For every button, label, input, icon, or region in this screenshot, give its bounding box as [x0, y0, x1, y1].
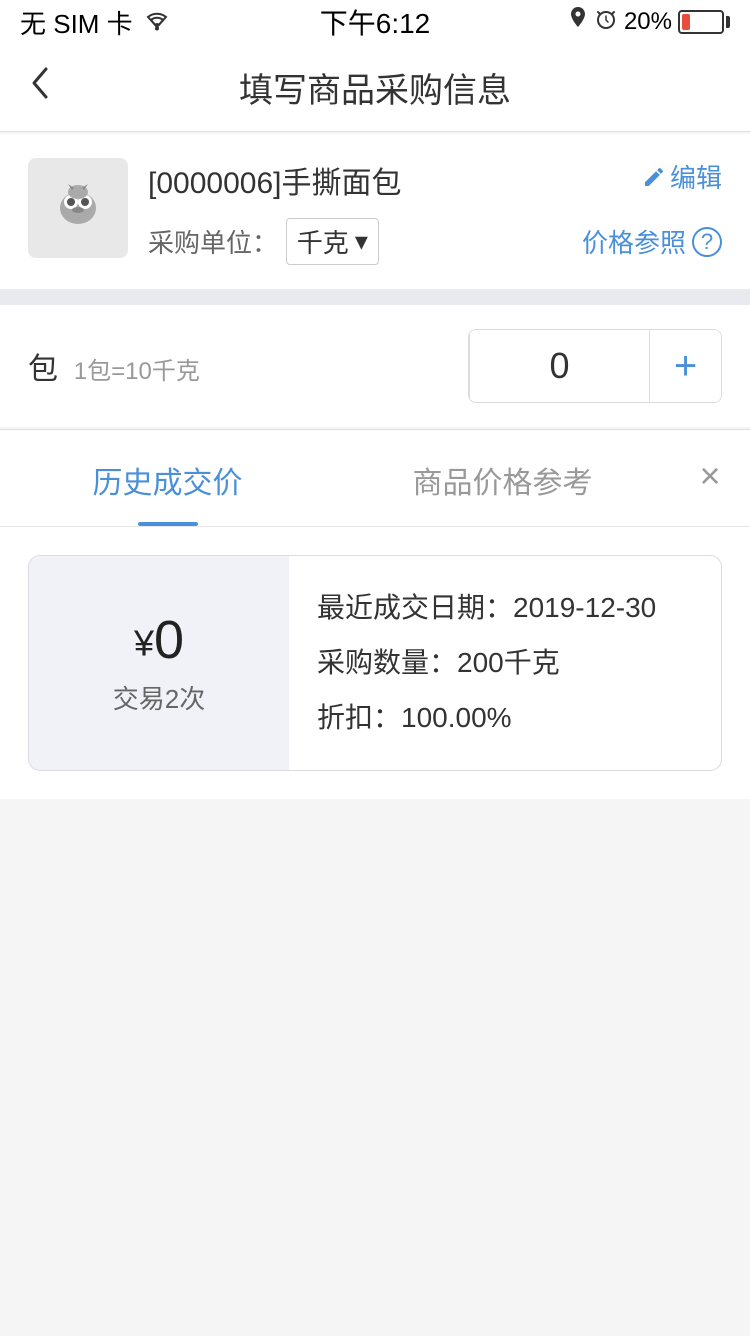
product-name: [0000006]手撕面包 [148, 158, 401, 202]
battery-percentage: 20% [624, 8, 672, 36]
card-left: ¥0 交易2次 [29, 556, 289, 770]
tab-close-button[interactable]: × [670, 455, 750, 501]
product-unit-row: 采购单位： 千克 ▾ 价格参照 ? [148, 218, 722, 265]
unit-select-box[interactable]: 千克 ▾ [286, 218, 379, 265]
product-info: [0000006]手撕面包 编辑 采购单位： 千克 ▾ [148, 158, 722, 265]
back-button[interactable] [28, 65, 52, 110]
product-thumbnail [28, 158, 128, 258]
tab-history-price[interactable]: 历史成交价 [0, 430, 335, 526]
card-date-row: 最近成交日期：2019-12-30 [317, 588, 693, 627]
card-quantity-row: 采购数量：200千克 [317, 643, 693, 682]
carrier-label: 无 SIM 卡 [20, 4, 133, 41]
quantity-controls: 0 + [468, 329, 722, 403]
edit-link[interactable]: 编辑 [642, 158, 722, 195]
card-price-value: ¥0 [134, 609, 184, 671]
section-divider [0, 289, 750, 305]
price-card: ¥0 交易2次 最近成交日期：2019-12-30 采购数量：200千克 折扣：… [28, 555, 722, 771]
quantity-label-area: 包 1包=10千克 [28, 344, 200, 388]
price-reference-link[interactable]: 价格参照 ? [582, 223, 722, 260]
status-bar-left: 无 SIM 卡 [20, 4, 173, 41]
tabs-row: 历史成交价 商品价格参考 × [0, 430, 750, 527]
main-content: [0000006]手撕面包 编辑 采购单位： 千克 ▾ [0, 134, 750, 1336]
battery-icon [678, 10, 730, 34]
product-row: [0000006]手撕面包 编辑 采购单位： 千克 ▾ [28, 158, 722, 265]
card-trades-count: 交易2次 [113, 679, 205, 716]
quantity-row: 包 1包=10千克 0 + [0, 305, 750, 427]
status-bar-time: 下午6:12 [320, 2, 431, 42]
bottom-panel: 历史成交价 商品价格参考 × ¥0 交易2次 最近成交日期：2019-12-30 [0, 429, 750, 799]
status-bar-right: 20% [568, 7, 730, 38]
alarm-icon [594, 7, 618, 38]
wifi-icon [141, 7, 173, 38]
quantity-input[interactable]: 0 [469, 330, 649, 402]
page-title: 填写商品采购信息 [239, 63, 511, 112]
card-right: 最近成交日期：2019-12-30 采购数量：200千克 折扣：100.00% [289, 556, 721, 770]
tab-product-price-reference[interactable]: 商品价格参考 [335, 430, 670, 526]
product-section: [0000006]手撕面包 编辑 采购单位： 千克 ▾ [0, 134, 750, 289]
card-container: ¥0 交易2次 最近成交日期：2019-12-30 采购数量：200千克 折扣：… [0, 527, 750, 799]
help-icon: ? [692, 227, 722, 257]
product-header: [0000006]手撕面包 编辑 [148, 158, 722, 202]
nav-bar: 填写商品采购信息 [0, 44, 750, 132]
quantity-plus-button[interactable]: + [649, 330, 721, 402]
location-icon [568, 7, 588, 38]
chevron-down-icon: ▾ [355, 226, 368, 257]
product-logo-icon [46, 170, 110, 246]
status-bar: 无 SIM 卡 下午6:12 20% [0, 0, 750, 44]
unit-selector[interactable]: 采购单位： 千克 ▾ [148, 218, 379, 265]
card-discount-row: 折扣：100.00% [317, 698, 693, 737]
